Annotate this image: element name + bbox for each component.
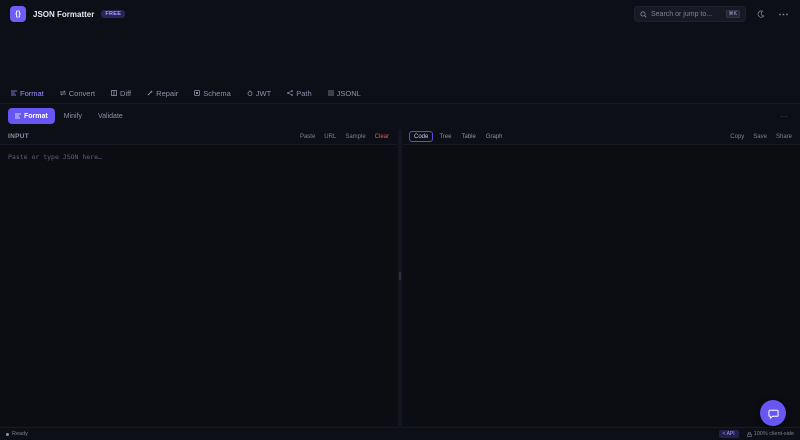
repair-icon (147, 90, 153, 96)
search-shortcut: ⌘K (725, 10, 740, 18)
tab-jsonl[interactable]: JSONL (323, 84, 366, 102)
tab-jwt[interactable]: JWT (242, 84, 276, 102)
tab-path-label: Path (296, 88, 312, 98)
tab-repair[interactable]: Repair (142, 84, 183, 102)
lock-icon (747, 431, 752, 437)
tab-format[interactable]: Format (6, 84, 49, 104)
validate-button[interactable]: Validate (91, 108, 130, 124)
schema-icon (194, 90, 201, 96)
status-text: Ready (12, 431, 28, 437)
output-view-tabs: Code Tree Table Graph (409, 131, 507, 142)
path-icon (287, 90, 294, 96)
share-button[interactable]: Share (776, 134, 792, 140)
convert-icon (59, 90, 66, 96)
input-placeholder: Paste or type JSON here… (8, 153, 102, 161)
moon-icon (757, 10, 765, 18)
tab-convert-label: Convert (68, 88, 96, 98)
input-pane-header: INPUT Paste URL Sample Clear (0, 129, 397, 145)
search-box[interactable]: Search or jump to... ⌘K (634, 6, 746, 22)
tab-schema[interactable]: Schema (189, 84, 236, 102)
plan-badge: FREE (101, 10, 126, 18)
mode-bar: Format Minify Validate ··· (0, 107, 800, 125)
format-icon (15, 113, 21, 119)
app-title: JSON Formatter (33, 9, 95, 19)
format-button-label: Format (24, 112, 48, 120)
mode-options-button[interactable]: ··· (780, 112, 788, 121)
tab-diff-label: Diff (120, 88, 132, 98)
diff-icon (111, 90, 117, 96)
json-output-viewer[interactable] (403, 145, 800, 426)
output-pane-header: Code Tree Table Graph Copy Save Share (403, 129, 800, 145)
tab-convert[interactable]: Convert (55, 84, 100, 102)
jwt-icon (247, 90, 253, 96)
chat-button[interactable] (760, 400, 786, 426)
format-button[interactable]: Format (8, 108, 55, 124)
tab-jwt-label: JWT (255, 88, 272, 98)
tab-diff[interactable]: Diff (106, 84, 136, 102)
output-pane: Code Tree Table Graph Copy Save Share (403, 129, 800, 426)
more-icon (778, 13, 788, 15)
more-menu-button[interactable] (776, 7, 790, 21)
app-logo[interactable]: {} (10, 6, 26, 22)
api-link[interactable]: < API (718, 430, 739, 438)
chat-icon (767, 409, 779, 419)
clear-button[interactable]: Clear (375, 134, 389, 140)
url-button[interactable]: URL (324, 134, 336, 140)
splitter-grip-icon[interactable] (399, 272, 401, 280)
view-tab-table[interactable]: Table (457, 131, 479, 142)
tab-schema-label: Schema (203, 88, 231, 98)
privacy-indicator: 100% client-side (747, 431, 794, 437)
status-dot-icon (6, 432, 9, 436)
paste-button[interactable]: Paste (300, 134, 315, 140)
tabs-divider (0, 103, 800, 104)
view-tab-graph[interactable]: Graph (482, 131, 507, 142)
tab-format-label: Format (20, 88, 44, 98)
view-tab-tree[interactable]: Tree (435, 131, 455, 142)
sample-button[interactable]: Sample (345, 134, 365, 140)
jsonl-icon (327, 90, 334, 96)
format-icon (11, 90, 17, 96)
status-bar: Ready < API 100% client-side (0, 427, 800, 440)
save-button[interactable]: Save (753, 134, 767, 140)
tool-tabs: Format Convert Diff Repair Schema JWT Pa… (0, 84, 800, 104)
input-label: INPUT (8, 133, 29, 140)
input-pane: INPUT Paste URL Sample Clear Paste or ty… (0, 129, 397, 426)
search-placeholder: Search or jump to... (651, 10, 713, 18)
view-tab-code[interactable]: Code (409, 131, 434, 142)
tab-repair-label: Repair (156, 88, 179, 98)
top-bar: {} JSON Formatter FREE Search or jump to… (0, 0, 800, 28)
privacy-text: 100% client-side (753, 431, 794, 437)
copy-button[interactable]: Copy (730, 134, 744, 140)
minify-button[interactable]: Minify (57, 108, 89, 124)
theme-toggle-button[interactable] (754, 7, 768, 21)
tab-path[interactable]: Path (282, 84, 316, 102)
search-icon (640, 10, 647, 18)
json-input-editor[interactable]: Paste or type JSON here… (0, 145, 397, 426)
tab-jsonl-label: JSONL (336, 88, 361, 98)
